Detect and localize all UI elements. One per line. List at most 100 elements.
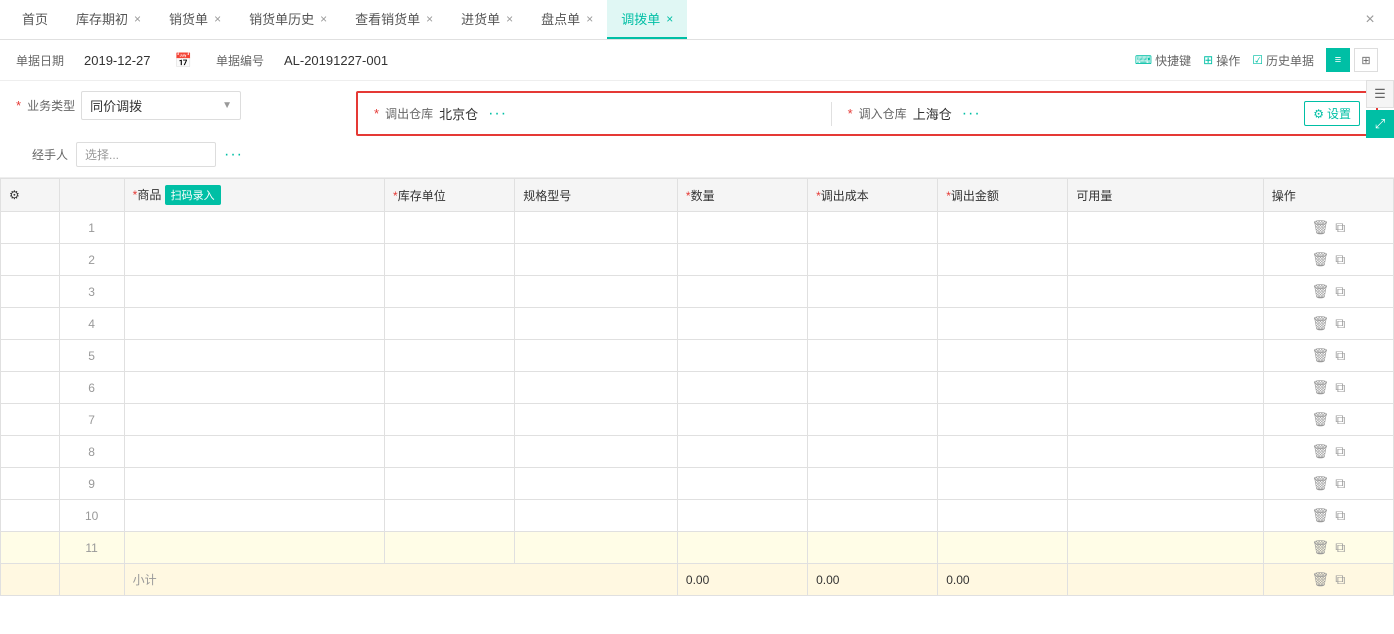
row-qty-cell[interactable] <box>677 372 807 404</box>
copy-icon[interactable]: ⧉ <box>1335 507 1345 524</box>
tab-purchase-order[interactable]: 进货单 × <box>447 0 527 39</box>
delete-icon[interactable]: 🗑 <box>1311 283 1329 300</box>
delete-icon[interactable]: 🗑 <box>1311 315 1329 332</box>
row-spec-cell[interactable] <box>515 340 678 372</box>
delete-icon[interactable]: 🗑 <box>1311 251 1329 268</box>
delete-icon[interactable]: 🗑 <box>1311 219 1329 236</box>
row-available-cell[interactable] <box>1068 212 1263 244</box>
row-spec-cell[interactable] <box>515 244 678 276</box>
row-spec-cell[interactable] <box>515 212 678 244</box>
delete-icon[interactable]: 🗑 <box>1311 539 1329 556</box>
row-spec-cell[interactable] <box>515 436 678 468</box>
delete-icon[interactable]: 🗑 <box>1311 507 1329 524</box>
row-cost-cell[interactable] <box>808 372 938 404</box>
row-unit-cell[interactable] <box>385 436 515 468</box>
row-qty-cell[interactable] <box>677 532 807 564</box>
row-cost-cell[interactable] <box>808 308 938 340</box>
row-amount-cell[interactable] <box>938 404 1068 436</box>
tab-home[interactable]: 首页 <box>8 0 62 39</box>
row-cost-cell[interactable] <box>808 212 938 244</box>
calendar-icon[interactable]: 📅 <box>175 52 192 69</box>
tab-inventory-check-close[interactable]: × <box>586 12 593 26</box>
copy-icon[interactable]: ⧉ <box>1335 251 1345 268</box>
row-available-cell[interactable] <box>1068 532 1263 564</box>
tab-sales-order-close[interactable]: × <box>214 12 221 26</box>
window-close-button[interactable]: × <box>1354 4 1386 36</box>
row-unit-cell[interactable] <box>385 212 515 244</box>
subtotal-delete-icon[interactable]: 🗑 <box>1311 571 1329 588</box>
row-qty-cell[interactable] <box>677 436 807 468</box>
scan-button[interactable]: 扫码录入 <box>165 185 221 205</box>
row-unit-cell[interactable] <box>385 340 515 372</box>
row-unit-cell[interactable] <box>385 500 515 532</box>
row-qty-cell[interactable] <box>677 404 807 436</box>
row-cost-cell[interactable] <box>808 500 938 532</box>
delete-icon[interactable]: 🗑 <box>1311 347 1329 364</box>
row-qty-cell[interactable] <box>677 244 807 276</box>
row-spec-cell[interactable] <box>515 404 678 436</box>
business-type-select[interactable]: 同价调拨 ▼ <box>81 91 241 120</box>
row-amount-cell[interactable] <box>938 372 1068 404</box>
row-spec-cell[interactable] <box>515 372 678 404</box>
row-qty-cell[interactable] <box>677 340 807 372</box>
row-product-cell[interactable] <box>124 532 384 564</box>
delete-icon[interactable]: 🗑 <box>1311 411 1329 428</box>
row-product-cell[interactable] <box>124 308 384 340</box>
row-amount-cell[interactable] <box>938 212 1068 244</box>
copy-icon[interactable]: ⧉ <box>1335 411 1345 428</box>
copy-icon[interactable]: ⧉ <box>1335 475 1345 492</box>
row-cost-cell[interactable] <box>808 436 938 468</box>
row-amount-cell[interactable] <box>938 468 1068 500</box>
row-amount-cell[interactable] <box>938 308 1068 340</box>
row-qty-cell[interactable] <box>677 212 807 244</box>
delete-icon[interactable]: 🗑 <box>1311 443 1329 460</box>
tab-transfer-order[interactable]: 调拨单 × <box>607 0 687 39</box>
row-cost-cell[interactable] <box>808 340 938 372</box>
row-unit-cell[interactable] <box>385 244 515 276</box>
layout-btn-grid[interactable]: ⊞ <box>1354 48 1378 72</box>
row-available-cell[interactable] <box>1068 500 1263 532</box>
tab-sales-history[interactable]: 销货单历史 × <box>235 0 341 39</box>
row-unit-cell[interactable] <box>385 532 515 564</box>
sidebar-tool-list[interactable]: ☰ <box>1366 80 1394 108</box>
row-unit-cell[interactable] <box>385 468 515 500</box>
row-spec-cell[interactable] <box>515 276 678 308</box>
row-cost-cell[interactable] <box>808 532 938 564</box>
subtotal-copy-icon[interactable]: ⧉ <box>1335 571 1345 588</box>
row-product-cell[interactable] <box>124 500 384 532</box>
row-cost-cell[interactable] <box>808 468 938 500</box>
row-unit-cell[interactable] <box>385 404 515 436</box>
col-header-settings[interactable]: ⚙ <box>1 179 60 212</box>
copy-icon[interactable]: ⧉ <box>1335 219 1345 236</box>
tab-transfer-order-close[interactable]: × <box>666 12 673 26</box>
history-button[interactable]: ☑ 历史单据 <box>1252 52 1314 69</box>
row-qty-cell[interactable] <box>677 308 807 340</box>
row-unit-cell[interactable] <box>385 276 515 308</box>
row-available-cell[interactable] <box>1068 436 1263 468</box>
transfer-in-value[interactable]: 上海仓 <box>913 104 952 123</box>
row-product-cell[interactable] <box>124 244 384 276</box>
row-available-cell[interactable] <box>1068 372 1263 404</box>
row-available-cell[interactable] <box>1068 244 1263 276</box>
transfer-out-value[interactable]: 北京仓 <box>439 104 478 123</box>
tab-purchase-order-close[interactable]: × <box>506 12 513 26</box>
tab-view-sales-close[interactable]: × <box>426 12 433 26</box>
row-available-cell[interactable] <box>1068 468 1263 500</box>
row-amount-cell[interactable] <box>938 244 1068 276</box>
transfer-in-more-icon[interactable]: ··· <box>962 105 981 123</box>
row-cost-cell[interactable] <box>808 244 938 276</box>
row-product-cell[interactable] <box>124 340 384 372</box>
row-product-cell[interactable] <box>124 212 384 244</box>
row-amount-cell[interactable] <box>938 436 1068 468</box>
row-spec-cell[interactable] <box>515 500 678 532</box>
row-product-cell[interactable] <box>124 468 384 500</box>
row-spec-cell[interactable] <box>515 532 678 564</box>
row-available-cell[interactable] <box>1068 308 1263 340</box>
row-qty-cell[interactable] <box>677 468 807 500</box>
row-qty-cell[interactable] <box>677 500 807 532</box>
row-product-cell[interactable] <box>124 404 384 436</box>
row-amount-cell[interactable] <box>938 340 1068 372</box>
row-spec-cell[interactable] <box>515 308 678 340</box>
transfer-out-more-icon[interactable]: ··· <box>488 105 507 123</box>
row-cost-cell[interactable] <box>808 276 938 308</box>
